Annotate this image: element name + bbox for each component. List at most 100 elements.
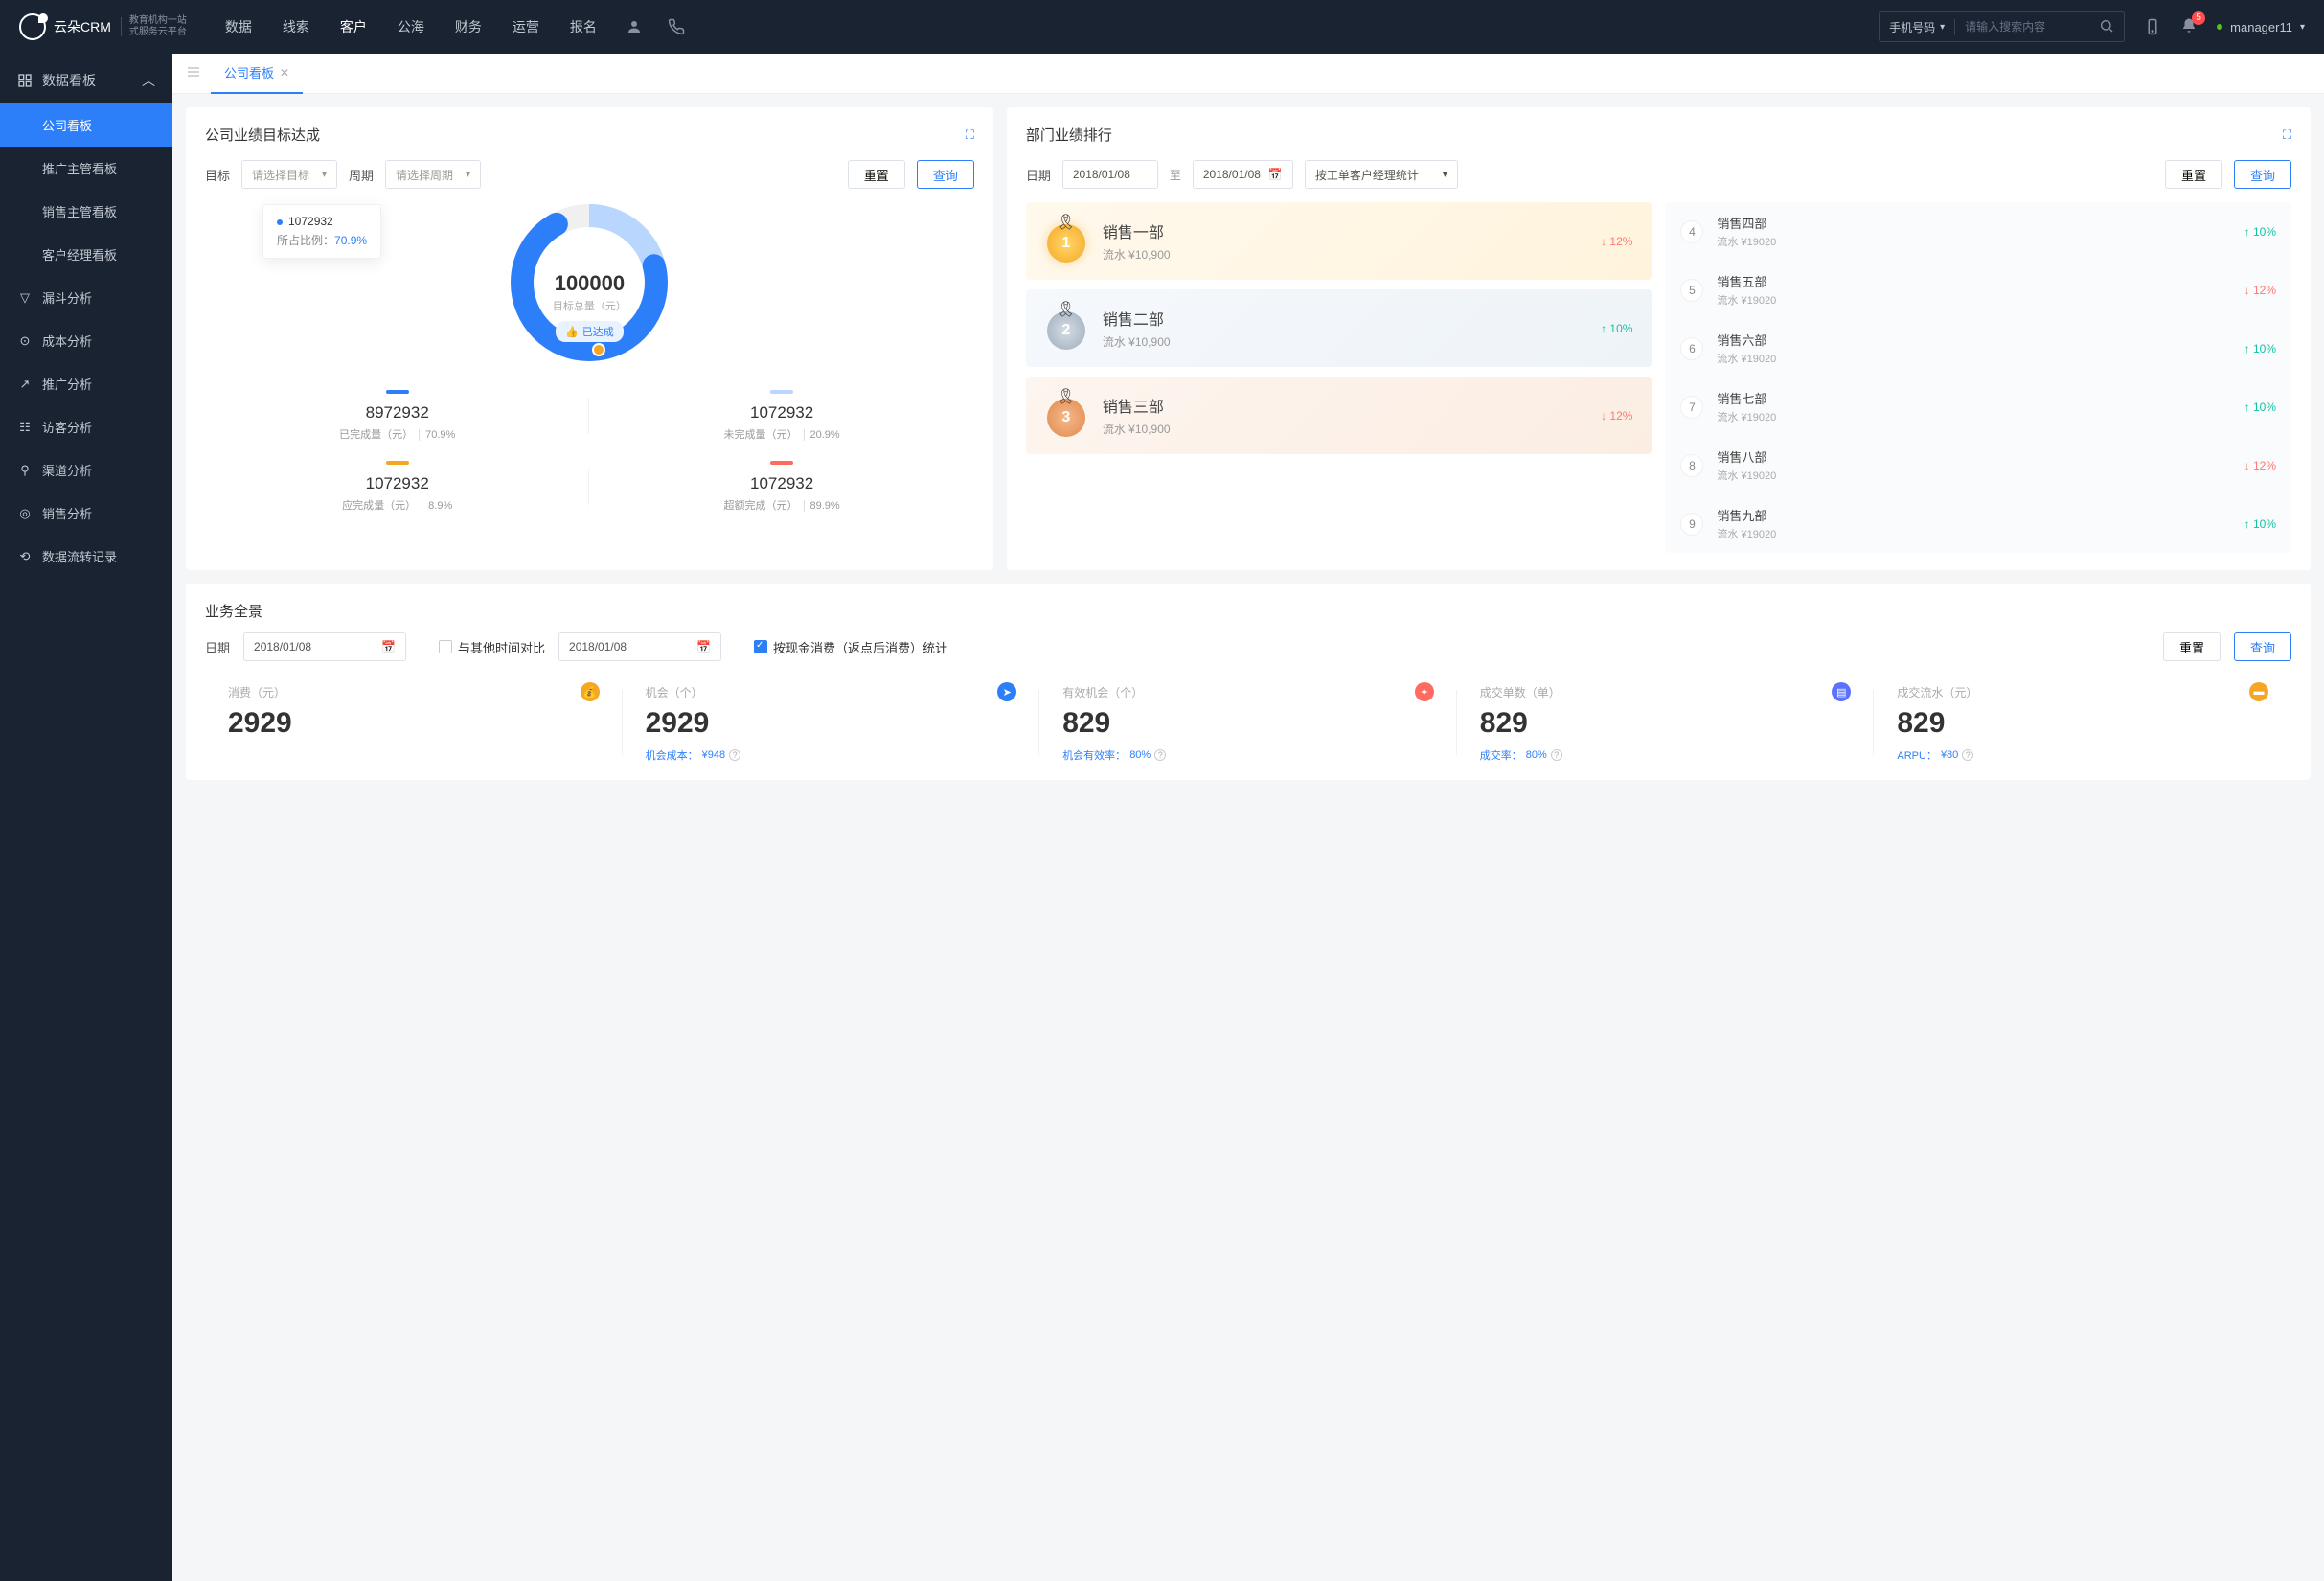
select-period[interactable]: 请选择周期 ▾ [385,160,481,189]
rank-card[interactable]: 🎗3 销售三部流水 ¥10,900 ↓ 12% [1026,377,1652,454]
sidebar: 数据看板 ︿ 公司看板推广主管看板销售主管看板客户经理看板 ▽漏斗分析⊙成本分析… [0,54,172,1581]
date-input-1[interactable]: 2018/01/08 📅 [243,632,406,661]
sidebar-subitem[interactable]: 推广主管看板 [0,147,172,190]
medal-icon: 🎗3 [1045,395,1087,437]
sidebar-item[interactable]: ◎销售分析 [0,492,172,535]
expand-icon[interactable]: ⛶ [966,127,974,143]
search-type-select[interactable]: 手机号码 ▾ [1880,19,1955,35]
metric: 机会（个） ➤ 2929机会成本：¥948 ? [623,682,1040,763]
help-icon[interactable]: ? [729,749,740,761]
filter-period-label: 周期 [349,166,374,184]
sidebar-subitem[interactable]: 销售主管看板 [0,190,172,233]
rank-row[interactable]: 5 销售五部流水 ¥19020 ↓ 12% [1665,261,2291,319]
help-icon[interactable]: ? [1154,749,1166,761]
stat-cell: 1072932 超额完成（元）89.9% [589,451,973,522]
sidebar-item[interactable]: ↗推广分析 [0,362,172,405]
rank-card[interactable]: 🎗1 销售一部流水 ¥10,900 ↓ 12% [1026,202,1652,280]
filter-target-label: 目标 [205,166,230,184]
nav-item[interactable]: 运营 [513,17,539,36]
medal-icon: 🎗2 [1045,308,1087,350]
expand-icon[interactable]: ⛶ [2283,127,2291,143]
medal-icon: 🎗1 [1045,220,1087,263]
chevron-up-icon: ︿ [142,71,155,90]
cash-stat-checkbox[interactable] [754,640,767,653]
search-icon[interactable] [2089,18,2124,36]
nav-item[interactable]: 公海 [398,17,424,36]
mobile-icon[interactable] [2144,18,2161,35]
rank-row[interactable]: 8 销售八部流水 ¥19020 ↓ 12% [1665,436,2291,494]
panel-overview: 业务全景 日期 2018/01/08 📅 与其他时间对比 2018/01/08 … [186,584,2311,780]
stat-cell: 1072932 未完成量（元）20.9% [589,380,973,451]
sidebar-item[interactable]: ▽漏斗分析 [0,276,172,319]
logo[interactable]: 云朵CRM 教育机构一站 式服务云平台 [19,13,187,40]
cash-stat-label: 按现金消费（返点后消费）统计 [773,638,947,656]
top-nav: 云朵CRM 教育机构一站 式服务云平台 数据 线索 客户 公海 财务 运营 报名 手机号码 … [0,0,2324,54]
trend-indicator: ↑ 10% [2244,401,2276,414]
select-target[interactable]: 请选择目标 ▾ [241,160,337,189]
rank-row[interactable]: 7 销售七部流水 ¥19020 ↑ 10% [1665,378,2291,436]
rank-row[interactable]: 4 销售四部流水 ¥19020 ↑ 10% [1665,202,2291,261]
nav-item[interactable]: 客户 [340,17,367,36]
search-group: 手机号码 ▾ [1879,11,2125,42]
select-stat-type[interactable]: 按工单客户经理统计 ▾ [1305,160,1458,189]
donut-total-label: 目标总量（元） [205,298,974,313]
rank-card[interactable]: 🎗2 销售二部流水 ¥10,900 ↑ 10% [1026,289,1652,367]
chevron-down-icon: ▾ [1443,170,1447,180]
phone-icon[interactable] [668,18,685,35]
sidebar-icon: ☷ [17,420,33,435]
donut-chart: 1072932 所占比例：70.9% 100000 目标总量（元） [205,196,974,369]
reset-button[interactable]: 重置 [2163,632,2221,661]
nav-item[interactable]: 线索 [283,17,309,36]
reset-button[interactable]: 重置 [848,160,905,189]
stat-cell: 1072932 应完成量（元）8.9% [205,451,589,522]
rank-row[interactable]: 9 销售九部流水 ¥19020 ↑ 10% [1665,494,2291,553]
compare-checkbox[interactable] [439,640,452,653]
sidebar-subitem[interactable]: 公司看板 [0,103,172,147]
compare-label: 与其他时间对比 [458,638,545,656]
collapse-sidebar-icon[interactable] [186,64,201,82]
date-input-2[interactable]: 2018/01/08 📅 [558,632,721,661]
trend-indicator: ↓ 12% [2244,459,2276,472]
panel-rank: 部门业绩排行 ⛶ 日期 2018/01/08 至 2018/01/08 📅 [1007,107,2311,570]
date-from-input[interactable]: 2018/01/08 [1062,160,1158,189]
trend-indicator: ↑ 10% [2244,342,2276,355]
trend-indicator: ↑ 10% [2244,517,2276,531]
trend-indicator: ↓ 12% [2244,284,2276,297]
help-icon[interactable]: ? [1551,749,1562,761]
nav-item[interactable]: 报名 [570,17,597,36]
panel-overview-title: 业务全景 [205,601,262,621]
trend-indicator: ↓ 12% [1601,235,1632,248]
metric: 有效机会（个） ✦ 829机会有效率：80% ? [1039,682,1457,763]
dashboard-icon [17,73,33,88]
notifications-icon[interactable]: 5 [2180,17,2198,37]
sidebar-item[interactable]: ☷访客分析 [0,405,172,448]
trend-indicator: ↓ 12% [1601,409,1632,423]
sidebar-icon: ◎ [17,506,33,521]
date-to-input[interactable]: 2018/01/08 📅 [1193,160,1293,189]
stat-cell: 8972932 已完成量（元）70.9% [205,380,589,451]
filter-date-label: 日期 [1026,166,1051,184]
donut-total: 100000 [205,271,974,296]
sidebar-item[interactable]: ⚲渠道分析 [0,448,172,492]
sidebar-group-dashboard[interactable]: 数据看板 ︿ [0,57,172,103]
chevron-down-icon: ▾ [322,170,327,180]
rank-row[interactable]: 6 销售六部流水 ¥19020 ↑ 10% [1665,319,2291,378]
nav-item[interactable]: 数据 [225,17,252,36]
tabs-bar: 公司看板 ✕ [172,54,2324,94]
nav-item[interactable]: 财务 [455,17,482,36]
sidebar-item[interactable]: ⟲数据流转记录 [0,535,172,578]
close-icon[interactable]: ✕ [280,66,289,80]
help-icon[interactable]: ? [1962,749,1973,761]
user-icon[interactable] [626,18,643,35]
filter-date-label: 日期 [205,638,230,656]
query-button[interactable]: 查询 [917,160,974,189]
reset-button[interactable]: 重置 [2165,160,2222,189]
sidebar-item[interactable]: ⊙成本分析 [0,319,172,362]
query-button[interactable]: 查询 [2234,632,2291,661]
tab-company-dashboard[interactable]: 公司看板 ✕ [211,54,303,94]
search-input[interactable] [1955,20,2089,34]
user-menu[interactable]: manager11 ▾ [2217,20,2305,34]
query-button[interactable]: 查询 [2234,160,2291,189]
sidebar-subitem[interactable]: 客户经理看板 [0,233,172,276]
online-status-icon [2217,24,2222,30]
